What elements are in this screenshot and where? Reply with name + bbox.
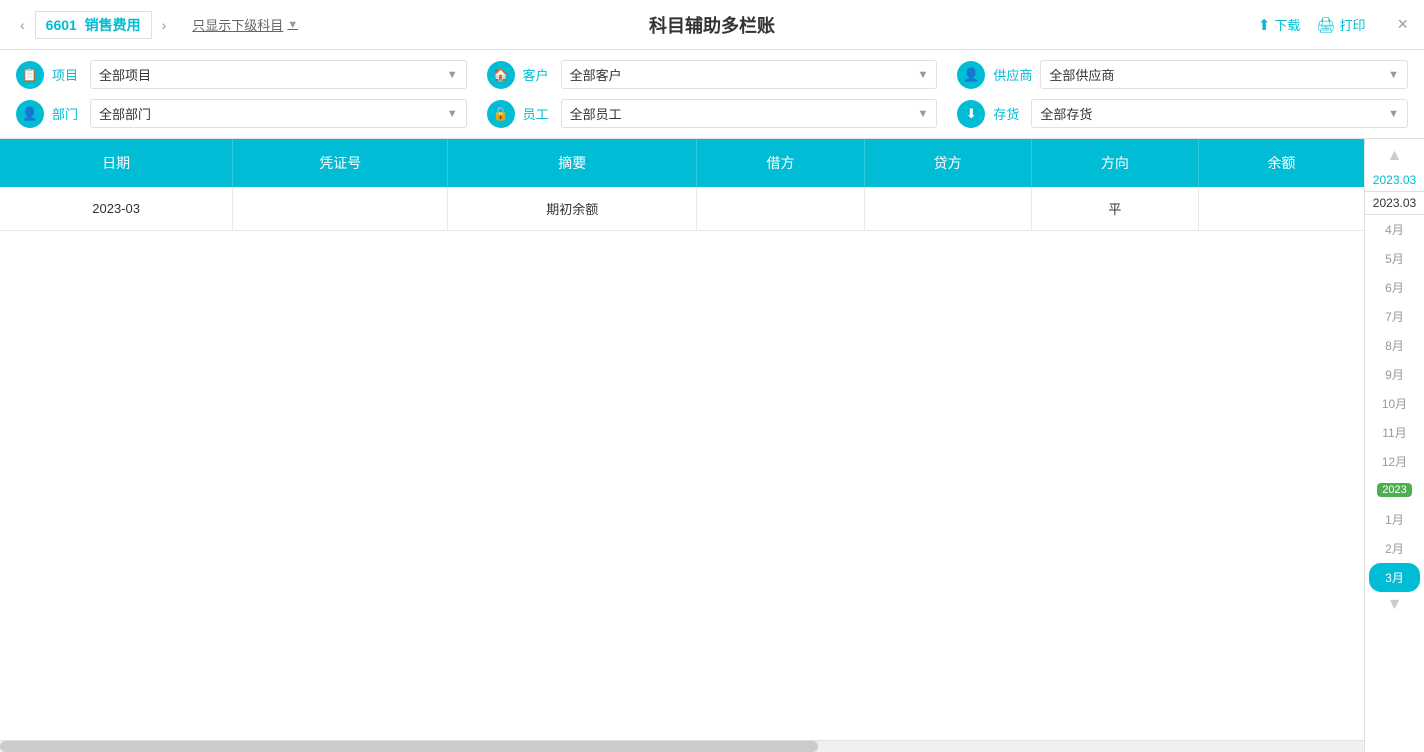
supplier-select[interactable]: 全部供应商 ▼	[1040, 60, 1408, 89]
filter-supplier: 👤 供应商 全部供应商 ▼	[957, 60, 1408, 89]
col-credit: 贷方	[864, 139, 1031, 187]
print-button[interactable]: 🖨 打印	[1316, 15, 1365, 34]
timeline-selected-top2[interactable]: 2023.03	[1365, 192, 1424, 215]
chevron-down-icon: ▼	[447, 108, 458, 120]
account-display: 6601 销售费用	[35, 11, 152, 39]
timeline-up-button[interactable]: ▲	[1383, 143, 1407, 169]
customer-value: 全部客户	[570, 65, 622, 84]
nav-left: ‹ 6601 销售费用 › 只显示下级科目 ▼	[16, 11, 298, 39]
supplier-value: 全部供应商	[1049, 65, 1114, 84]
chevron-down-icon: ▼	[447, 69, 458, 81]
account-name-text: 销售费用	[85, 17, 141, 33]
next-account-button[interactable]: ›	[158, 15, 171, 35]
cell-balance	[1198, 187, 1364, 231]
timeline-month-10[interactable]: 10月	[1365, 389, 1424, 418]
main-content: 日期 凭证号 摘要 借方 贷方 方向 余额 2023-03 期初余额	[0, 139, 1424, 752]
filter-project: 📋 项目 全部项目 ▼	[16, 60, 467, 89]
timeline-month-6[interactable]: 6月	[1365, 273, 1424, 302]
timeline-month-2[interactable]: 2月	[1365, 534, 1424, 563]
year-badge: 2023	[1377, 483, 1411, 497]
timeline-month-5[interactable]: 5月	[1365, 244, 1424, 273]
timeline-month-12[interactable]: 12月	[1365, 447, 1424, 476]
main-window: ‹ 6601 销售费用 › 只显示下级科目 ▼ 科目辅助多栏账 ⬆ 下载 🖨 打…	[0, 0, 1424, 752]
employee-select[interactable]: 全部员工 ▼	[561, 99, 938, 128]
table-header-row: 日期 凭证号 摘要 借方 贷方 方向 余额	[0, 139, 1364, 187]
cell-debit	[697, 187, 864, 231]
filter-bar: 📋 项目 全部项目 ▼ 🏠 客户 全部客户 ▼ 👤 供应商 全部供应商 ▼	[0, 50, 1424, 139]
col-balance: 余额	[1198, 139, 1364, 187]
filter-department: 👤 部门 全部部门 ▼	[16, 99, 467, 128]
table-row[interactable]: 2023-03 期初余额 平	[0, 187, 1364, 231]
top-actions: ⬆ 下载 🖨 打印 ×	[1258, 14, 1408, 35]
supplier-icon: 👤	[957, 61, 985, 89]
project-label: 项目	[52, 65, 82, 84]
timeline-sidebar: ▲ 2023.03 2023.03 4月 5月 6月 7月 8月 9月 10月 …	[1364, 139, 1424, 752]
department-icon: 👤	[16, 100, 44, 128]
cell-voucher	[233, 187, 448, 231]
cell-credit	[864, 187, 1031, 231]
download-label: 下载	[1274, 15, 1300, 34]
col-direction: 方向	[1031, 139, 1198, 187]
data-table: 日期 凭证号 摘要 借方 贷方 方向 余额 2023-03 期初余额	[0, 139, 1364, 231]
timeline-month-9[interactable]: 9月	[1365, 360, 1424, 389]
department-select[interactable]: 全部部门 ▼	[90, 99, 467, 128]
horizontal-scrollbar[interactable]	[0, 740, 1364, 752]
department-value: 全部部门	[99, 104, 151, 123]
timeline-down-button[interactable]: ▼	[1383, 592, 1407, 618]
filter-customer: 🏠 客户 全部客户 ▼	[487, 60, 938, 89]
timeline-selected-top1[interactable]: 2023.03	[1365, 169, 1424, 192]
department-label: 部门	[52, 104, 82, 123]
page-title: 科目辅助多栏账	[649, 12, 775, 38]
chevron-down-icon: ▼	[287, 19, 298, 31]
timeline-year-2023[interactable]: 2023	[1365, 476, 1424, 505]
show-sub-toggle[interactable]: 只显示下级科目 ▼	[192, 15, 298, 34]
scrollbar-thumb[interactable]	[0, 741, 818, 752]
employee-label: 员工	[523, 104, 553, 123]
cell-date: 2023-03	[0, 187, 233, 231]
timeline-month-4[interactable]: 4月	[1365, 215, 1424, 244]
col-summary: 摘要	[448, 139, 697, 187]
col-voucher: 凭证号	[233, 139, 448, 187]
account-code-text: 6601	[46, 17, 77, 33]
print-icon: 🖨	[1316, 16, 1335, 34]
cell-summary: 期初余额	[448, 187, 697, 231]
inventory-select[interactable]: 全部存货 ▼	[1031, 99, 1408, 128]
top-bar: ‹ 6601 销售费用 › 只显示下级科目 ▼ 科目辅助多栏账 ⬆ 下载 🖨 打…	[0, 0, 1424, 50]
supplier-label: 供应商	[993, 65, 1032, 84]
customer-label: 客户	[523, 65, 553, 84]
timeline-month-1[interactable]: 1月	[1365, 505, 1424, 534]
table-area: 日期 凭证号 摘要 借方 贷方 方向 余额 2023-03 期初余额	[0, 139, 1364, 752]
inventory-icon: ⬇	[957, 100, 985, 128]
prev-account-button[interactable]: ‹	[16, 15, 29, 35]
employee-value: 全部员工	[570, 104, 622, 123]
timeline-month-8[interactable]: 8月	[1365, 331, 1424, 360]
col-debit: 借方	[697, 139, 864, 187]
cell-direction: 平	[1031, 187, 1198, 231]
download-icon: ⬆	[1258, 16, 1271, 34]
timeline-month-11[interactable]: 11月	[1365, 418, 1424, 447]
chevron-down-icon: ▼	[917, 69, 928, 81]
project-icon: 📋	[16, 61, 44, 89]
close-button[interactable]: ×	[1397, 14, 1408, 35]
show-sub-label-text: 只显示下级科目	[192, 15, 283, 34]
col-date: 日期	[0, 139, 233, 187]
project-value: 全部项目	[99, 65, 151, 84]
filter-employee: 🔒 员工 全部员工 ▼	[487, 99, 938, 128]
customer-icon: 🏠	[487, 61, 515, 89]
inventory-label: 存货	[993, 104, 1023, 123]
table-spacer	[0, 231, 1364, 740]
timeline-month-7[interactable]: 7月	[1365, 302, 1424, 331]
employee-icon: 🔒	[487, 100, 515, 128]
filter-inventory: ⬇ 存货 全部存货 ▼	[957, 99, 1408, 128]
customer-select[interactable]: 全部客户 ▼	[561, 60, 938, 89]
chevron-down-icon: ▼	[1388, 108, 1399, 120]
inventory-value: 全部存货	[1040, 104, 1092, 123]
timeline-month-3[interactable]: 3月	[1369, 563, 1420, 592]
project-select[interactable]: 全部项目 ▼	[90, 60, 467, 89]
download-button[interactable]: ⬆ 下载	[1258, 15, 1301, 34]
print-label: 打印	[1339, 15, 1365, 34]
chevron-down-icon: ▼	[1388, 69, 1399, 81]
chevron-down-icon: ▼	[917, 108, 928, 120]
